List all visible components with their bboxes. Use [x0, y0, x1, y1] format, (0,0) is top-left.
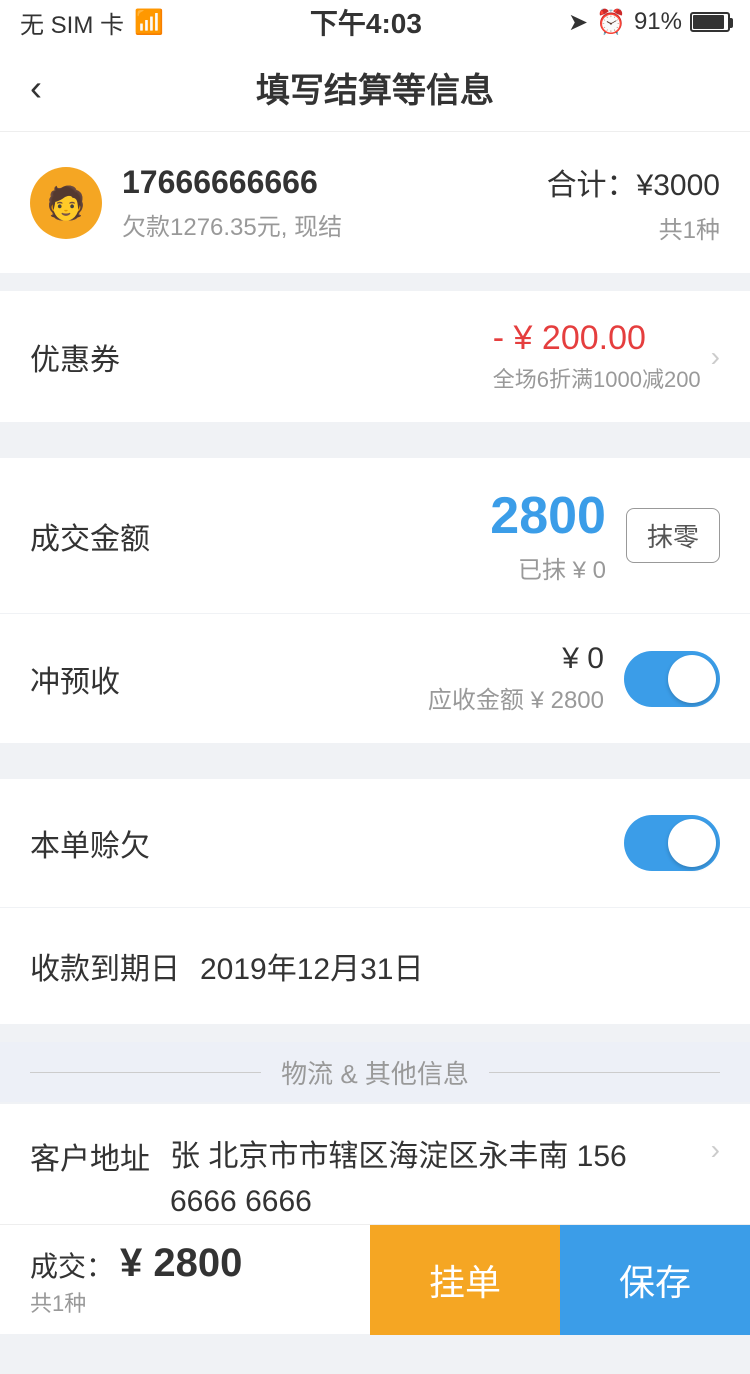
separator-2 [0, 743, 750, 761]
avatar: 🧑 [30, 167, 102, 239]
prepay-amount: ¥ 0 应收金额 ¥ 2800 [428, 642, 604, 715]
prepay-row: 冲预收 ¥ 0 应收金额 ¥ 2800 [0, 613, 750, 743]
bottom-deal-amount: ¥ 2800 [120, 1241, 242, 1286]
amount-value: 2800 [490, 486, 606, 546]
bottom-count: 共1种 [30, 1286, 340, 1318]
duedate-label: 收款到期日 [30, 944, 180, 988]
status-bar: 无 SIM 卡 📶 下午4:03 ➤ ⏰ 91% [0, 0, 750, 44]
address-value: 张 北京市市辖区海淀区永丰南 156 6666 6666 [170, 1134, 691, 1224]
customer-left: 🧑 17666666666 欠款1276.35元, 现结 [30, 164, 342, 242]
logistics-separator: 物流 & 其他信息 [0, 1042, 750, 1102]
customer-count: 共1种 [547, 210, 720, 245]
customer-phone: 17666666666 [122, 164, 342, 201]
battery-percent: 91% [634, 8, 682, 36]
coupon-discount: - ¥ 200.00 [493, 319, 701, 358]
amount-label: 成交金额 [30, 514, 150, 558]
debt-label: 本单赊欠 [30, 821, 150, 865]
round-button[interactable]: 抹零 [626, 508, 720, 563]
debt-toggle[interactable] [624, 815, 720, 871]
customer-card: 🧑 17666666666 欠款1276.35元, 现结 合计：¥3000 共1… [0, 132, 750, 273]
wifi-icon: 📶 [134, 8, 164, 37]
bottom-deal-line: 成交： ¥ 2800 [30, 1241, 340, 1286]
amount-section: 成交金额 2800 已抹 ¥ 0 抹零 冲预收 ¥ 0 应收金额 ¥ 2800 [0, 458, 750, 743]
customer-total: 合计：¥3000 [547, 160, 720, 204]
location-icon: ➤ [568, 8, 588, 37]
bottom-bar: 成交： ¥ 2800 共1种 挂单 保存 [0, 1224, 750, 1334]
separator-1 [0, 440, 750, 458]
save-button[interactable]: 保存 [560, 1225, 750, 1335]
duedate-section: 收款到期日 2019年12月31日 [0, 907, 750, 1024]
status-time: 下午4:03 [310, 2, 422, 42]
debt-toggle-knob [668, 819, 716, 867]
page-title: 填写结算等信息 [256, 63, 494, 112]
coupon-right: - ¥ 200.00 全场6折满1000减200 › [493, 319, 720, 394]
address-chevron-icon: › [711, 1134, 720, 1166]
nav-bar: ‹ 填写结算等信息 [0, 44, 750, 132]
coupon-row[interactable]: 优惠券 - ¥ 200.00 全场6折满1000减200 › [0, 291, 750, 422]
debt-section: 本单赊欠 收款到期日 2019年12月31日 [0, 779, 750, 1024]
logistics-hr-right [489, 1072, 720, 1073]
customer-sub: 欠款1276.35元, 现结 [122, 207, 342, 242]
prepay-right: ¥ 0 应收金额 ¥ 2800 [428, 642, 720, 715]
logistics-line: 物流 & 其他信息 [0, 1054, 750, 1091]
pending-button[interactable]: 挂单 [370, 1225, 560, 1335]
toggle-knob [668, 655, 716, 703]
sim-label: 无 SIM 卡 [20, 5, 124, 40]
logistics-label: 物流 & 其他信息 [281, 1054, 469, 1091]
amount-row: 成交金额 2800 已抹 ¥ 0 抹零 [0, 458, 750, 613]
status-right: ➤ ⏰ 91% [568, 8, 730, 37]
prepay-label: 冲预收 [30, 657, 120, 701]
coupon-label: 优惠券 [30, 335, 120, 379]
back-button[interactable]: ‹ [30, 67, 90, 109]
bottom-deal-label: 成交： [30, 1245, 114, 1285]
logistics-hr-left [30, 1072, 261, 1073]
customer-info: 17666666666 欠款1276.35元, 现结 [122, 164, 342, 242]
content: 🧑 17666666666 欠款1276.35元, 现结 合计：¥3000 共1… [0, 132, 750, 1374]
prepay-toggle[interactable] [624, 651, 720, 707]
prepay-value: ¥ 0 [428, 642, 604, 676]
customer-right: 合计：¥3000 共1种 [547, 160, 720, 245]
prepay-sub: 应收金额 ¥ 2800 [428, 680, 604, 715]
debt-row: 本单赊欠 [0, 779, 750, 907]
duedate-value: 2019年12月31日 [200, 944, 423, 988]
address-label: 客户地址 [30, 1134, 150, 1178]
coupon-desc: 全场6折满1000减200 [493, 362, 701, 394]
chevron-right-icon: › [711, 341, 720, 373]
amount-sub: 已抹 ¥ 0 [490, 550, 606, 585]
battery-icon [690, 12, 730, 32]
alarm-icon: ⏰ [596, 8, 626, 37]
duedate-row: 收款到期日 2019年12月31日 [0, 908, 750, 1024]
bottom-summary: 成交： ¥ 2800 共1种 [0, 1241, 370, 1318]
amount-right: 2800 已抹 ¥ 0 抹零 [490, 486, 720, 585]
status-left: 无 SIM 卡 📶 [20, 5, 164, 40]
